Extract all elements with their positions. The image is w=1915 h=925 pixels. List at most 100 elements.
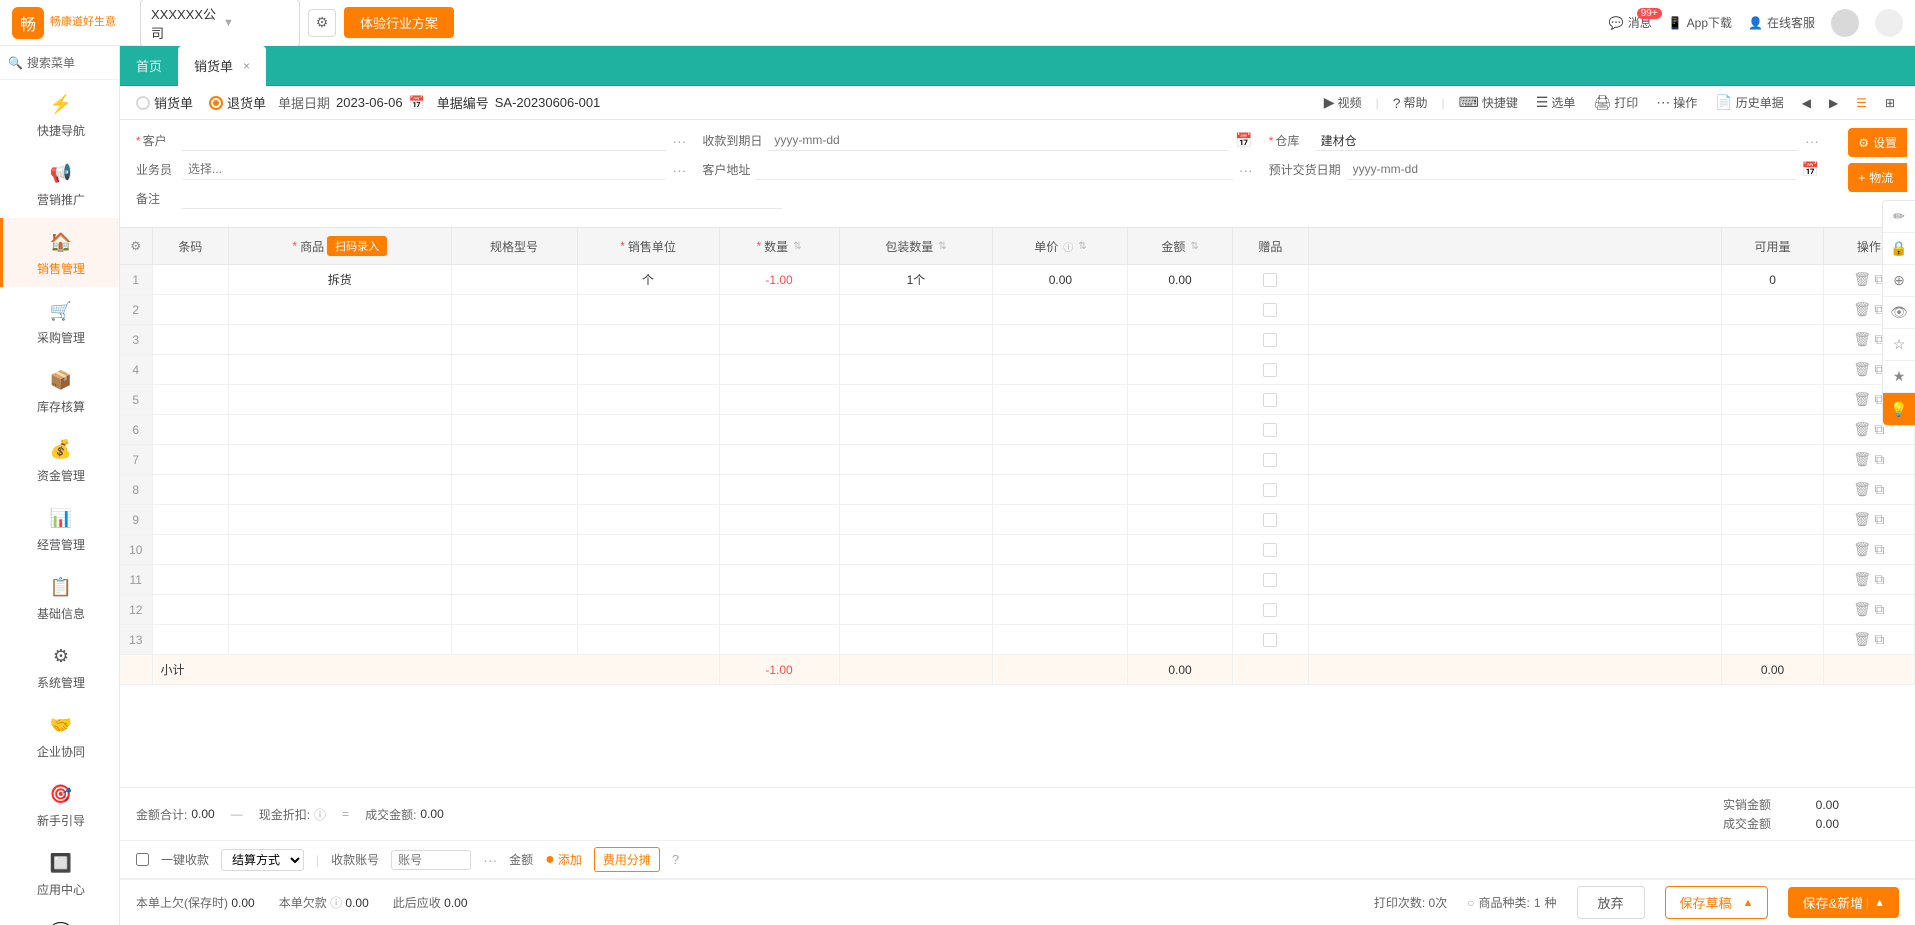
tab-sales-order[interactable]: 销货单 × — [178, 46, 266, 86]
account-input[interactable] — [391, 850, 471, 870]
gift-checkbox-10[interactable] — [1263, 543, 1277, 557]
fee-help-icon[interactable]: ? — [672, 852, 679, 867]
copy-row-10[interactable]: ⧉ — [1874, 541, 1884, 557]
toolbar-shortcut[interactable]: ⌨ 快捷键 — [1455, 92, 1522, 113]
sidebar-item-base[interactable]: 📋 基础信息 — [0, 563, 119, 632]
gift-checkbox-5[interactable] — [1263, 393, 1277, 407]
toolbar-operations[interactable]: ⋯ 操作 — [1652, 92, 1701, 113]
table-settings-gear[interactable]: ⚙ — [130, 239, 141, 253]
unit-price-info-icon[interactable]: ⓘ — [1063, 239, 1073, 254]
cash-discount-info[interactable]: ⓘ — [314, 806, 326, 823]
delete-row-12[interactable]: 🗑 — [1853, 601, 1871, 617]
scan-barcode-btn[interactable]: 扫码录入 — [327, 236, 387, 256]
sidebar-item-marketing[interactable]: 📢 营销推广 — [0, 149, 119, 218]
next-record-btn[interactable]: ▶ — [1825, 94, 1842, 112]
gift-checkbox-1[interactable] — [1263, 273, 1277, 287]
trial-button[interactable]: 体验行业方案 — [344, 7, 454, 38]
overdue-info[interactable]: ⓘ — [330, 896, 342, 910]
delete-row-7[interactable]: 🗑 — [1853, 451, 1871, 467]
delete-row-11[interactable]: 🗑 — [1853, 571, 1871, 587]
save-new-btn[interactable]: 保存&新增 ▲ — [1788, 887, 1899, 918]
right-icon-compass[interactable]: ⊕ — [1883, 265, 1915, 297]
copy-row-12[interactable]: ⧉ — [1874, 601, 1884, 617]
gift-checkbox-11[interactable] — [1263, 573, 1277, 587]
right-icon-orange[interactable]: 💡 — [1883, 393, 1915, 425]
sidebar-item-inventory[interactable]: 📦 库存核算 — [0, 356, 119, 425]
gift-checkbox-9[interactable] — [1263, 513, 1277, 527]
date-calendar-icon[interactable]: 📅 — [409, 95, 425, 111]
copy-row-13[interactable]: ⧉ — [1874, 631, 1884, 647]
toolbar-video[interactable]: ▶ 视频 — [1320, 92, 1366, 113]
gift-checkbox-6[interactable] — [1263, 423, 1277, 437]
copy-row-9[interactable]: ⧉ — [1874, 511, 1884, 527]
gift-checkbox-8[interactable] — [1263, 483, 1277, 497]
right-icon-bookmark[interactable]: ☆ — [1883, 329, 1915, 361]
toolbar-print[interactable]: 🖨 打印 — [1589, 92, 1642, 113]
payment-due-input[interactable] — [768, 130, 1229, 151]
payment-due-calendar[interactable]: 📅 — [1235, 132, 1252, 149]
radio-return[interactable]: 退货单 — [209, 93, 266, 112]
sidebar-item-finance[interactable]: 💰 资金管理 — [0, 425, 119, 494]
salesperson-input[interactable] — [182, 159, 666, 180]
expected-delivery-input[interactable] — [1347, 159, 1796, 180]
warehouse-input[interactable] — [1315, 130, 1799, 151]
gift-checkbox-13[interactable] — [1263, 633, 1277, 647]
toolbar-select[interactable]: ☰ 选单 — [1532, 92, 1580, 113]
gift-checkbox-2[interactable] — [1263, 303, 1277, 317]
sidebar-item-system[interactable]: ⚙ 系统管理 — [0, 632, 119, 701]
sidebar-item-operations[interactable]: 📊 经营管理 — [0, 494, 119, 563]
warehouse-dots[interactable]: ··· — [1805, 133, 1819, 149]
online-service-btn[interactable]: 👤 在线客服 — [1748, 14, 1815, 31]
prev-record-btn[interactable]: ◀ — [1798, 94, 1815, 112]
customer-dots[interactable]: ··· — [672, 133, 686, 149]
account-dots[interactable]: ··· — [483, 852, 497, 868]
tab-home[interactable]: 首页 — [120, 46, 178, 86]
copy-row-11[interactable]: ⧉ — [1874, 571, 1884, 587]
sidebar-item-quick-nav[interactable]: ⚡ 快捷导航 — [0, 80, 119, 149]
sidebar-item-guide[interactable]: 🎯 新手引导 — [0, 770, 119, 839]
note-input[interactable] — [182, 188, 782, 209]
delete-row-10[interactable]: 🗑 — [1853, 541, 1871, 557]
sidebar-item-apps[interactable]: 🔲 应用中心 — [0, 839, 119, 908]
sidebar-item-wechat[interactable]: 💬 企业微信 — [0, 908, 119, 925]
delete-row-9[interactable]: 🗑 — [1853, 511, 1871, 527]
delete-row-1[interactable]: 🗑 — [1853, 271, 1871, 287]
settings-gear-btn[interactable]: ⚙ — [308, 9, 336, 37]
view-list-btn[interactable]: ☰ — [1852, 94, 1871, 112]
delete-row-6[interactable]: 🗑 — [1853, 421, 1871, 437]
user-avatar[interactable] — [1831, 9, 1859, 37]
sidebar-item-collab[interactable]: 🤝 企业协同 — [0, 701, 119, 770]
delete-row-4[interactable]: 🗑 — [1853, 361, 1871, 377]
address-dots[interactable]: ··· — [1239, 162, 1253, 178]
toolbar-history[interactable]: 📄 历史单据 — [1711, 92, 1787, 113]
copy-row-8[interactable]: ⧉ — [1874, 481, 1884, 497]
add-payment-btn[interactable]: ● 添加 — [545, 851, 582, 869]
right-icon-star[interactable]: ★ — [1883, 361, 1915, 393]
copy-row-7[interactable]: ⧉ — [1874, 451, 1884, 467]
customer-input[interactable] — [182, 130, 666, 151]
user-avatar2[interactable] — [1875, 9, 1903, 37]
gift-checkbox-12[interactable] — [1263, 603, 1277, 617]
expected-delivery-calendar[interactable]: 📅 — [1802, 161, 1819, 178]
gift-checkbox-3[interactable] — [1263, 333, 1277, 347]
settlement-method-select[interactable]: 结算方式 — [221, 849, 304, 871]
delete-row-3[interactable]: 🗑 — [1853, 331, 1871, 347]
delete-row-5[interactable]: 🗑 — [1853, 391, 1871, 407]
right-icon-edit[interactable]: ✏ — [1883, 201, 1915, 233]
right-icon-lock[interactable]: 🔒 — [1883, 233, 1915, 265]
salesperson-dots[interactable]: ··· — [672, 162, 686, 178]
message-btn[interactable]: 💬 消息 99+ — [1609, 14, 1652, 31]
customer-address-input[interactable] — [756, 159, 1232, 180]
delete-row-13[interactable]: 🗑 — [1853, 631, 1871, 647]
app-download-btn[interactable]: 📱 App下载 — [1668, 14, 1732, 31]
view-grid-btn[interactable]: ⊞ — [1881, 94, 1899, 112]
gift-checkbox-7[interactable] — [1263, 453, 1277, 467]
one-click-checkbox[interactable] — [136, 853, 149, 866]
settings-action-btn[interactable]: ⚙ 设置 — [1848, 128, 1907, 157]
sidebar-item-sales[interactable]: 🏠 销售管理 — [0, 218, 119, 287]
radio-sales[interactable]: 销货单 — [136, 93, 193, 112]
toolbar-help[interactable]: ? 帮助 — [1389, 92, 1432, 113]
delete-row-8[interactable]: 🗑 — [1853, 481, 1871, 497]
sidebar-search[interactable]: 🔍 搜索菜单 — [0, 46, 119, 80]
delete-row-2[interactable]: 🗑 — [1853, 301, 1871, 317]
